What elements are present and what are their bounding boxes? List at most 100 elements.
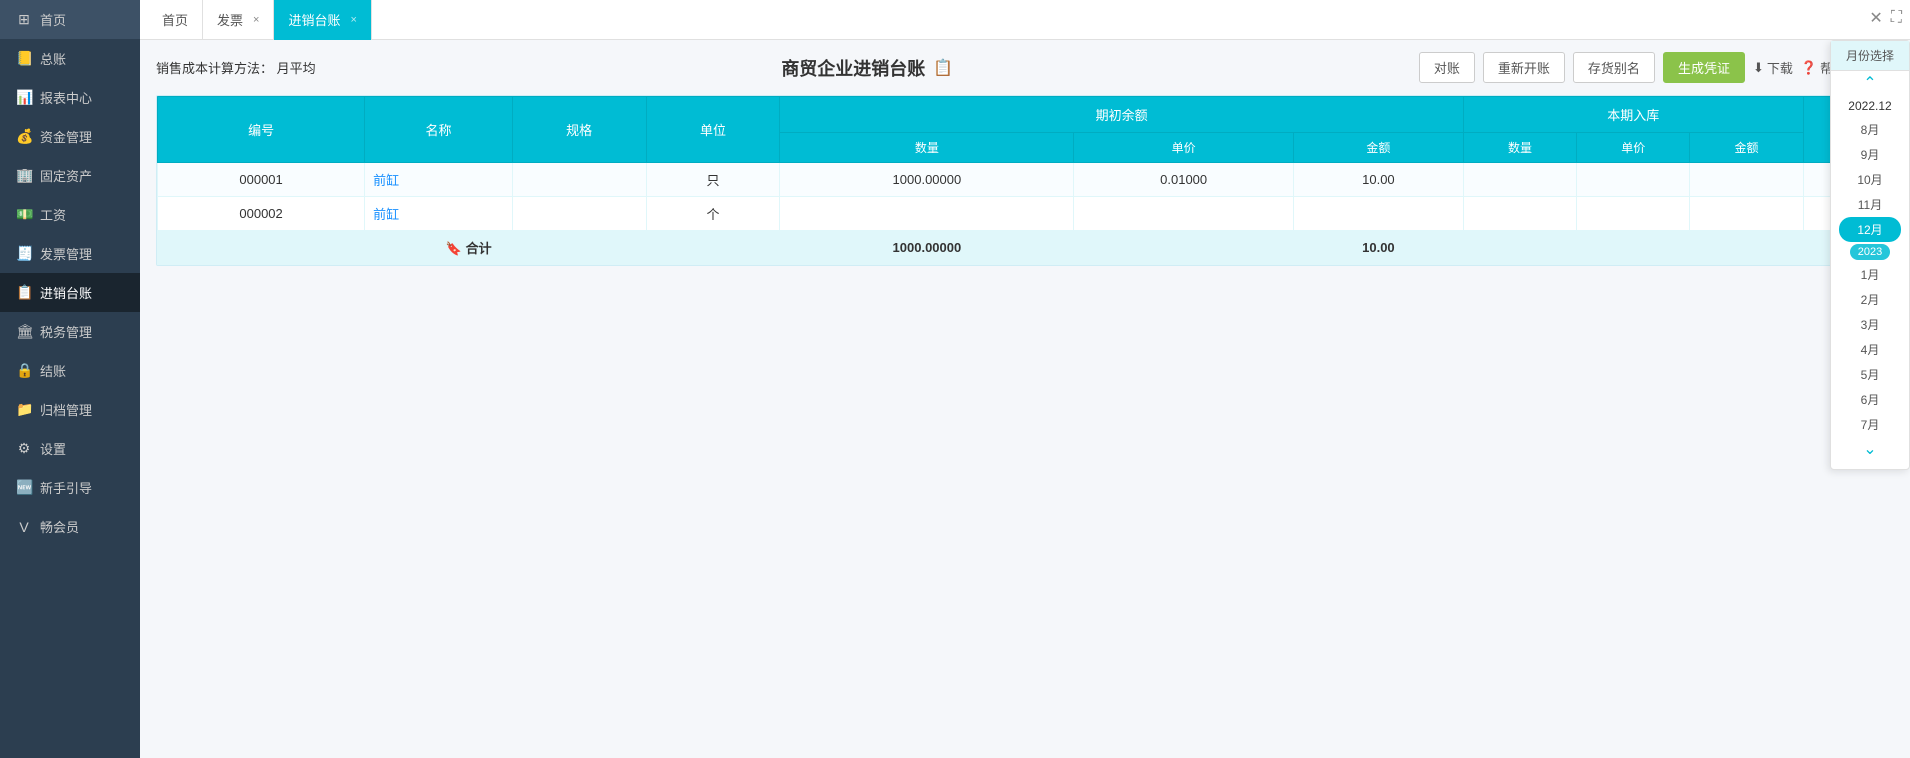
- cell-inbound-amount: [1690, 197, 1803, 231]
- sidebar-label-invoice_mgmt: 发票管理: [40, 244, 92, 263]
- cell-opening-qty: [780, 197, 1074, 231]
- col-unit: 单位: [646, 97, 780, 163]
- table-body: 000001 前缸 只 1000.00000 0.01000 10.00 000…: [158, 163, 1893, 265]
- sidebar-icon-vip: V: [16, 519, 32, 535]
- sidebar-item-funds[interactable]: 💰资金管理: [0, 117, 140, 156]
- close-window-button[interactable]: ✕: [1869, 8, 1882, 28]
- col-inbound-price: 单价: [1577, 133, 1690, 163]
- sidebar-item-reports[interactable]: 📊报表中心: [0, 78, 140, 117]
- sidebar-label-funds: 资金管理: [40, 127, 92, 146]
- total-inbound-qty: [1463, 231, 1576, 265]
- col-inbound: 本期入库: [1463, 97, 1803, 133]
- sidebar-label-archive: 归档管理: [40, 400, 92, 419]
- sidebar-label-settings: 设置: [40, 439, 66, 458]
- table-row: 000002 前缸 个: [158, 197, 1893, 231]
- month-item-6月[interactable]: 6月: [1831, 387, 1909, 412]
- cell-inbound-amount: [1690, 163, 1803, 197]
- month-item-12月[interactable]: 12月: [1839, 217, 1901, 242]
- month-item-4月[interactable]: 4月: [1831, 337, 1909, 362]
- sidebar-item-ledger[interactable]: 📒总账: [0, 39, 140, 78]
- cell-spec: [512, 197, 646, 231]
- tab-home_tab[interactable]: 首页: [148, 0, 203, 40]
- col-spec: 规格: [512, 97, 646, 163]
- tab-close-invoice_tab[interactable]: ×: [253, 14, 259, 26]
- generate-voucher-button[interactable]: 生成凭证: [1663, 52, 1745, 83]
- month-nav-up[interactable]: ⌃: [1831, 71, 1909, 95]
- sidebar-item-home[interactable]: ⊞首页: [0, 0, 140, 39]
- sidebar-icon-close: 🔒: [16, 362, 32, 379]
- download-button[interactable]: ⬇ 下载: [1753, 58, 1793, 77]
- month-item-10月[interactable]: 10月: [1831, 167, 1909, 192]
- tab-close-purchase_sales_tab[interactable]: ×: [350, 14, 356, 26]
- sidebar-item-archive[interactable]: 📁 归档管理: [0, 390, 140, 429]
- maximize-window-button[interactable]: ⛶: [1891, 8, 1902, 28]
- month-list-2023: 1月2月3月4月5月6月7月: [1831, 262, 1909, 437]
- sidebar-label-tax: 税务管理: [40, 322, 92, 341]
- month-nav-down[interactable]: ⌄: [1831, 437, 1909, 461]
- sidebar-icon-ledger: 📒: [16, 50, 32, 67]
- sidebar-item-settings[interactable]: ⚙ 设置: [0, 429, 140, 468]
- cell-name: 前缸: [365, 163, 513, 197]
- help-icon: ❓: [1801, 60, 1817, 76]
- sidebar-item-assets[interactable]: 🏢 固定资产: [0, 156, 140, 195]
- ledger-table-wrapper: 编号 名称 规格 单位 期初余额 本期入库 数 数量 单价 金额 数量 单价: [156, 95, 1894, 266]
- table-total-row: 🔖 合计 1000.00000 10.00: [158, 231, 1893, 265]
- sidebar-label-vip: 畅会员: [40, 517, 79, 536]
- tab-bar: 首页发票×进销台账×: [140, 0, 1910, 40]
- sidebar-item-guide[interactable]: 🆕新手引导: [0, 468, 140, 507]
- sidebar-icon-settings: ⚙: [16, 440, 32, 457]
- cell-unit: 个: [646, 197, 780, 231]
- month-item-11月[interactable]: 11月: [1831, 192, 1909, 217]
- col-inbound-qty: 数量: [1463, 133, 1576, 163]
- sidebar-item-purchase_sales[interactable]: 📋 进销台账: [0, 273, 140, 312]
- tab-invoice_tab[interactable]: 发票 ×: [203, 0, 274, 40]
- col-name: 名称: [365, 97, 513, 163]
- reconcile-button[interactable]: 对账: [1419, 52, 1475, 83]
- sidebar-item-tax[interactable]: 🏛 税务管理: [0, 312, 140, 351]
- save-alias-button[interactable]: 存货别名: [1573, 52, 1655, 83]
- reopen-button[interactable]: 重新开账: [1483, 52, 1565, 83]
- download-icon: ⬇: [1753, 60, 1764, 76]
- top-bar: 销售成本计算方法： 月平均 商贸企业进销台账 📋 对账 重新开账 存货别名 生成…: [156, 52, 1894, 83]
- month-item-5月[interactable]: 5月: [1831, 362, 1909, 387]
- tab-label-invoice_tab: 发票: [217, 10, 243, 29]
- sidebar-item-vip[interactable]: V 畅会员: [0, 507, 140, 546]
- month-item-3月[interactable]: 3月: [1831, 312, 1909, 337]
- total-opening-qty: 1000.00000: [780, 231, 1074, 265]
- month-panel-year: 2022.12: [1831, 95, 1909, 117]
- title-icon[interactable]: 📋: [933, 58, 953, 78]
- cost-method-label: 销售成本计算方法：: [156, 61, 273, 76]
- sidebar-icon-archive: 📁: [16, 401, 32, 418]
- month-item-2月[interactable]: 2月: [1831, 287, 1909, 312]
- col-opening-qty: 数量: [780, 133, 1074, 163]
- sidebar-label-assets: 固定资产: [40, 166, 92, 185]
- title-area: 商贸企业进销台账 📋: [781, 55, 953, 81]
- sidebar-icon-invoice_mgmt: 🧾: [16, 245, 32, 262]
- sidebar-icon-assets: 🏢: [16, 167, 32, 184]
- cell-inbound-qty: [1463, 197, 1576, 231]
- cell-opening-price: 0.01000: [1074, 163, 1294, 197]
- sidebar-item-invoice_mgmt[interactable]: 🧾 发票管理: [0, 234, 140, 273]
- sidebar-label-close: 结账: [40, 361, 66, 380]
- cell-opening-amount: [1293, 197, 1463, 231]
- sidebar-item-close[interactable]: 🔒 结账: [0, 351, 140, 390]
- month-panel-title: 月份选择: [1831, 41, 1909, 71]
- page-title: 商贸企业进销台账: [781, 55, 925, 81]
- month-item-9月[interactable]: 9月: [1831, 142, 1909, 167]
- month-item-1月[interactable]: 1月: [1831, 262, 1909, 287]
- total-opening-price: [1074, 231, 1294, 265]
- cost-method-value: 月平均: [277, 61, 316, 76]
- sidebar-icon-tax: 🏛: [16, 323, 32, 340]
- month-item-7月[interactable]: 7月: [1831, 412, 1909, 437]
- sidebar-label-home: 首页: [40, 10, 66, 29]
- sidebar-icon-purchase_sales: 📋: [16, 284, 32, 301]
- tab-purchase_sales_tab[interactable]: 进销台账×: [274, 0, 371, 40]
- action-buttons: 对账 重新开账 存货别名 生成凭证 ⬇ 下载 ❓ 帮助 ↻ 刷新: [1419, 52, 1894, 83]
- ledger-table: 编号 名称 规格 单位 期初余额 本期入库 数 数量 单价 金额 数量 单价: [157, 96, 1893, 265]
- sidebar-label-purchase_sales: 进销台账: [40, 283, 92, 302]
- cell-inbound-price: [1577, 197, 1690, 231]
- month-item-8月[interactable]: 8月: [1831, 117, 1909, 142]
- col-number: 编号: [158, 97, 365, 163]
- total-inbound-price: [1577, 231, 1690, 265]
- sidebar-item-salary[interactable]: 💵工资: [0, 195, 140, 234]
